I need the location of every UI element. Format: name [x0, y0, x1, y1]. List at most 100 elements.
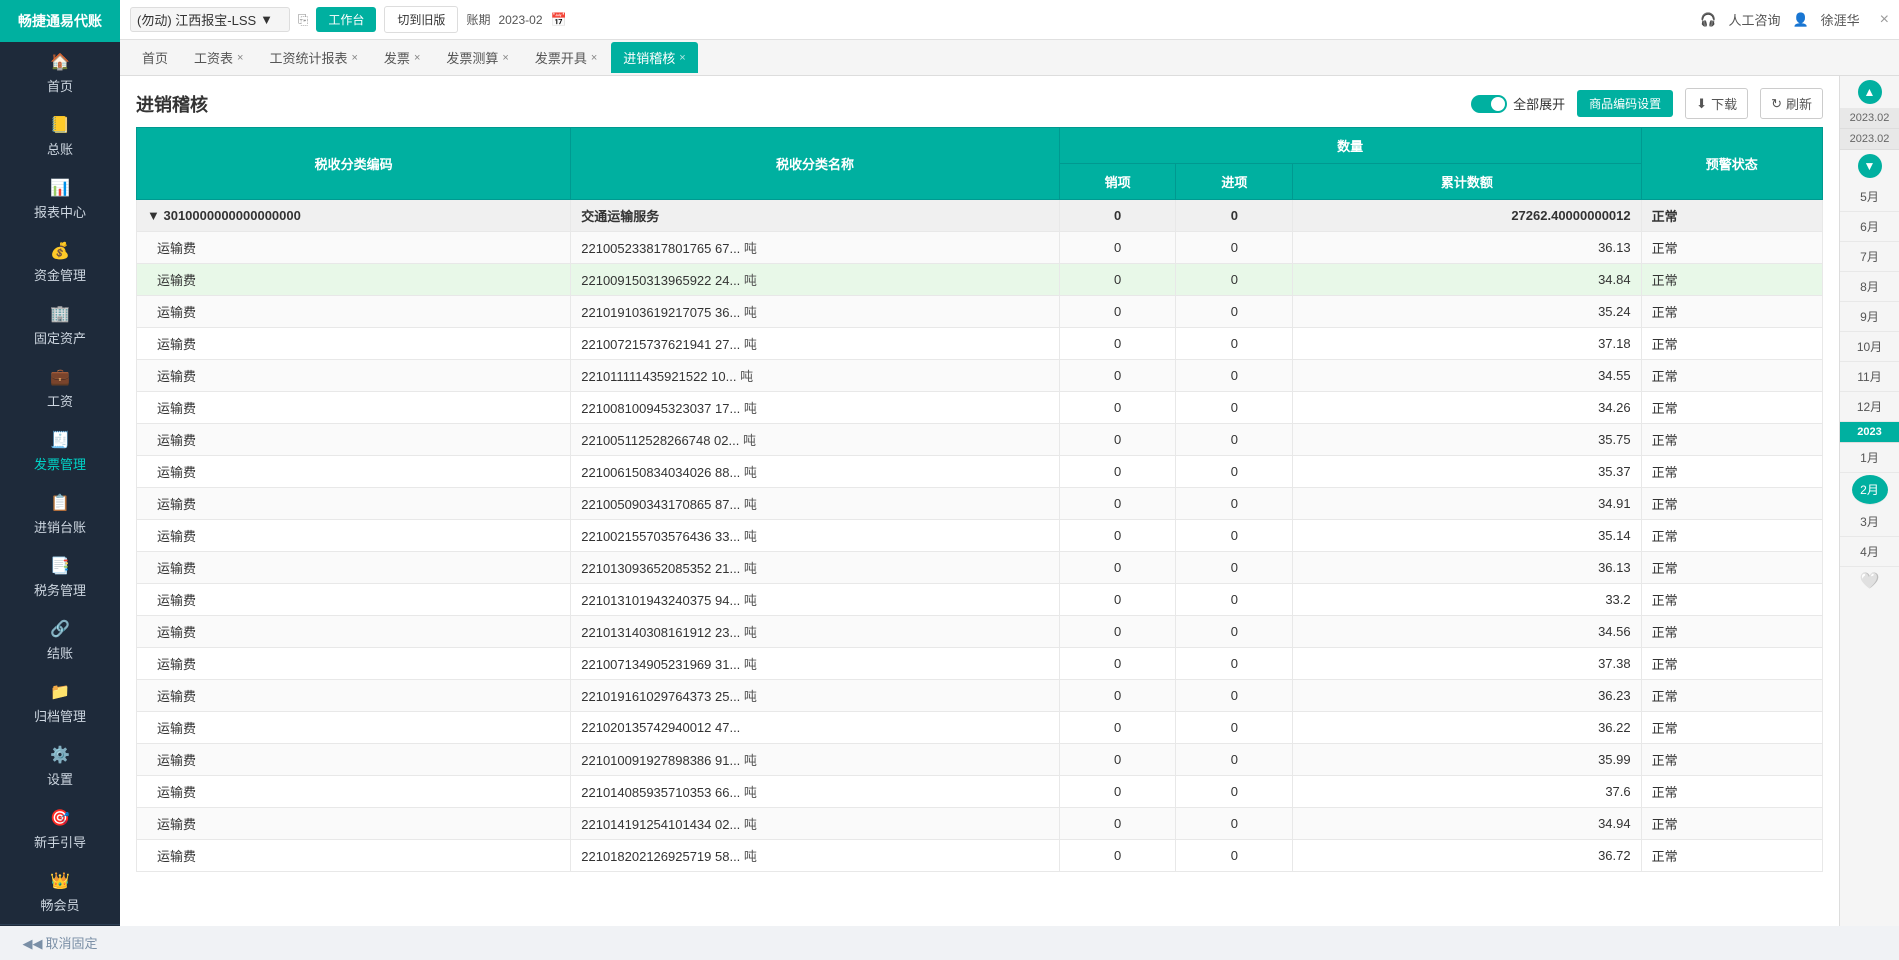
table-row[interactable]: 运输费221005233817801765 67... 吨0036.13正常 [137, 232, 1823, 264]
month-6[interactable]: 6月 [1840, 212, 1899, 242]
heart-icon[interactable]: 🤍 [1860, 571, 1880, 591]
table-row[interactable]: 运输费221018202126925719 58... 吨0036.72正常 [137, 840, 1823, 872]
tab-payroll-report[interactable]: 工资统计报表 × [257, 42, 369, 73]
status-cell: 正常 [1641, 200, 1822, 232]
refresh-button[interactable]: ↻ 刷新 [1760, 88, 1823, 119]
tax-code-cell: 运输费 [137, 840, 571, 872]
month-5[interactable]: 5月 [1840, 182, 1899, 212]
tab-invoice-calc[interactable]: 发票测算 × [434, 42, 520, 73]
month-10[interactable]: 10月 [1840, 332, 1899, 362]
table-row[interactable]: 运输费221020135742940012 47... 0036.22正常 [137, 712, 1823, 744]
month-4-2023[interactable]: 4月 [1840, 537, 1899, 567]
tab-close-icon[interactable]: × [502, 52, 508, 64]
close-button[interactable]: × [1880, 11, 1889, 29]
tab-close-icon[interactable]: × [237, 52, 243, 64]
download-button[interactable]: ⬇ 下载 [1685, 88, 1748, 119]
workspace-button[interactable]: 工作台 [316, 7, 376, 32]
sidebar-item-invoice-mgmt[interactable]: 🧾 发票管理 [0, 420, 120, 483]
month-2-2023[interactable]: 2月 [1852, 475, 1888, 505]
table-row[interactable]: 运输费221008100945323037 17... 吨0034.26正常 [137, 392, 1823, 424]
month-11[interactable]: 11月 [1840, 362, 1899, 392]
month-9[interactable]: 9月 [1840, 302, 1899, 332]
table-row[interactable]: 运输费221013093652085352 21... 吨0036.13正常 [137, 552, 1823, 584]
table-row[interactable]: 运输费221005090343170865 87... 吨0034.91正常 [137, 488, 1823, 520]
table-row[interactable]: 运输费221002155703576436 33... 吨0035.14正常 [137, 520, 1823, 552]
month-7[interactable]: 7月 [1840, 242, 1899, 272]
table-row[interactable]: 运输费221010091927898386 91... 吨0035.99正常 [137, 744, 1823, 776]
table-row[interactable]: 运输费221019161029764373 25... 吨0036.23正常 [137, 680, 1823, 712]
tab-home[interactable]: 首页 [130, 42, 180, 73]
tab-label: 进销稽核 [623, 48, 675, 67]
settings-button[interactable]: 商品编码设置 [1577, 90, 1673, 117]
purchase-cell: 0 [1176, 264, 1293, 296]
month-3-2023[interactable]: 3月 [1840, 507, 1899, 537]
sale-cell: 0 [1059, 264, 1176, 296]
sidebar-item-settings[interactable]: ⚙️ 设置 [0, 735, 120, 798]
tab-close-icon[interactable]: × [414, 52, 420, 64]
table-row[interactable]: 运输费221011111435921522 10... 吨0034.55正常 [137, 360, 1823, 392]
table-row[interactable]: 运输费221014191254101434 02... 吨0034.94正常 [137, 808, 1823, 840]
month-12[interactable]: 12月 [1840, 392, 1899, 422]
switch-version-button[interactable]: 切到旧版 [384, 6, 458, 33]
purchase-cell: 0 [1176, 232, 1293, 264]
sidebar-item-salary[interactable]: 💼 工资 [0, 357, 120, 420]
purchase-cell: 0 [1176, 360, 1293, 392]
tax-code-cell: 运输费 [137, 424, 571, 456]
table-row[interactable]: 运输费221009150313965922 24... 吨0034.84正常 [137, 264, 1823, 296]
sidebar-item-ledger[interactable]: 📒 总账 [0, 105, 120, 168]
tab-close-icon[interactable]: × [351, 52, 357, 64]
tab-close-icon[interactable]: × [679, 52, 685, 64]
table-row[interactable]: 运输费221013101943240375 94... 吨0033.2正常 [137, 584, 1823, 616]
sidebar-item-finance[interactable]: 💰 资金管理 [0, 231, 120, 294]
table-row[interactable]: 运输费221006150834034026 88... 吨0035.37正常 [137, 456, 1823, 488]
col-header-status: 预警状态 [1641, 128, 1822, 200]
expand-toggle[interactable]: 全部展开 [1471, 94, 1565, 113]
table-row[interactable]: 运输费221007134905231969 31... 吨0037.38正常 [137, 648, 1823, 680]
tax-name-cell: 221011111435921522 10... 吨 [571, 360, 1059, 392]
sidebar-item-checkout[interactable]: 🔗 结账 [0, 609, 120, 672]
calendar-icon[interactable]: 📅 [551, 12, 567, 28]
sale-cell: 0 [1059, 488, 1176, 520]
sidebar-item-purchase-sale[interactable]: 📋 进销台账 [0, 483, 120, 546]
refresh-icon: ↻ [1771, 96, 1782, 112]
sidebar-item-home[interactable]: 🏠 首页 [0, 42, 120, 105]
tab-invoice[interactable]: 发票 × [372, 42, 432, 73]
table-row[interactable]: 运输费221007215737621941 27... 吨0037.18正常 [137, 328, 1823, 360]
sidebar-item-guide[interactable]: 🎯 新手引导 [0, 798, 120, 861]
unpin-button[interactable]: ◀◀ 取消固定 [0, 924, 120, 960]
tab-close-icon[interactable]: × [591, 52, 597, 64]
sidebar-item-assets[interactable]: 🏢 固定资产 [0, 294, 120, 357]
status-cell: 正常 [1641, 328, 1822, 360]
nav-down-button[interactable]: ▼ [1858, 154, 1882, 178]
avatar: 👤 [1792, 12, 1808, 28]
sidebar-item-member[interactable]: 👑 畅会员 [0, 861, 120, 924]
company-selector[interactable]: (勿动) 江西报宝-LSS ▼ [130, 7, 290, 32]
sidebar-item-reports[interactable]: 📊 报表中心 [0, 168, 120, 231]
table-row[interactable]: 运输费221005112528266748 02... 吨0035.75正常 [137, 424, 1823, 456]
table-row[interactable]: ▼ 3010000000000000000交通运输服务0027262.40000… [137, 200, 1823, 232]
nav-up-button[interactable]: ▲ [1858, 80, 1882, 104]
tab-payroll[interactable]: 工资表 × [182, 42, 255, 73]
month-1-2023[interactable]: 1月 [1840, 443, 1899, 473]
tab-reconciliation[interactable]: 进销稽核 × [611, 42, 697, 73]
cumulative-cell: 35.99 [1293, 744, 1641, 776]
month-8[interactable]: 8月 [1840, 272, 1899, 302]
status-cell: 正常 [1641, 520, 1822, 552]
toggle-track[interactable] [1471, 95, 1507, 113]
sidebar-item-archive[interactable]: 📁 归档管理 [0, 672, 120, 735]
copy-icon[interactable]: ⎘ [298, 12, 308, 28]
support-label[interactable]: 人工咨询 [1728, 10, 1780, 29]
sidebar-item-tax[interactable]: 📑 税务管理 [0, 546, 120, 609]
table-row[interactable]: 运输费221013140308161912 23... 吨0034.56正常 [137, 616, 1823, 648]
purchase-cell: 0 [1176, 328, 1293, 360]
sale-cell: 0 [1059, 712, 1176, 744]
topbar-right: 🎧 人工咨询 👤 徐涯华 × [1700, 10, 1889, 29]
sidebar-item-label: 工资 [47, 391, 73, 410]
year-label-prev2: 2023.02 [1840, 129, 1899, 150]
table-row[interactable]: 运输费221019103619217075 36... 吨0035.24正常 [137, 296, 1823, 328]
tax-code-cell: 运输费 [137, 616, 571, 648]
tax-code-cell: 运输费 [137, 552, 571, 584]
table-row[interactable]: 运输费221014085935710353 66... 吨0037.6正常 [137, 776, 1823, 808]
dropdown-icon: ▼ [260, 12, 273, 27]
tab-invoice-issue[interactable]: 发票开具 × [523, 42, 609, 73]
